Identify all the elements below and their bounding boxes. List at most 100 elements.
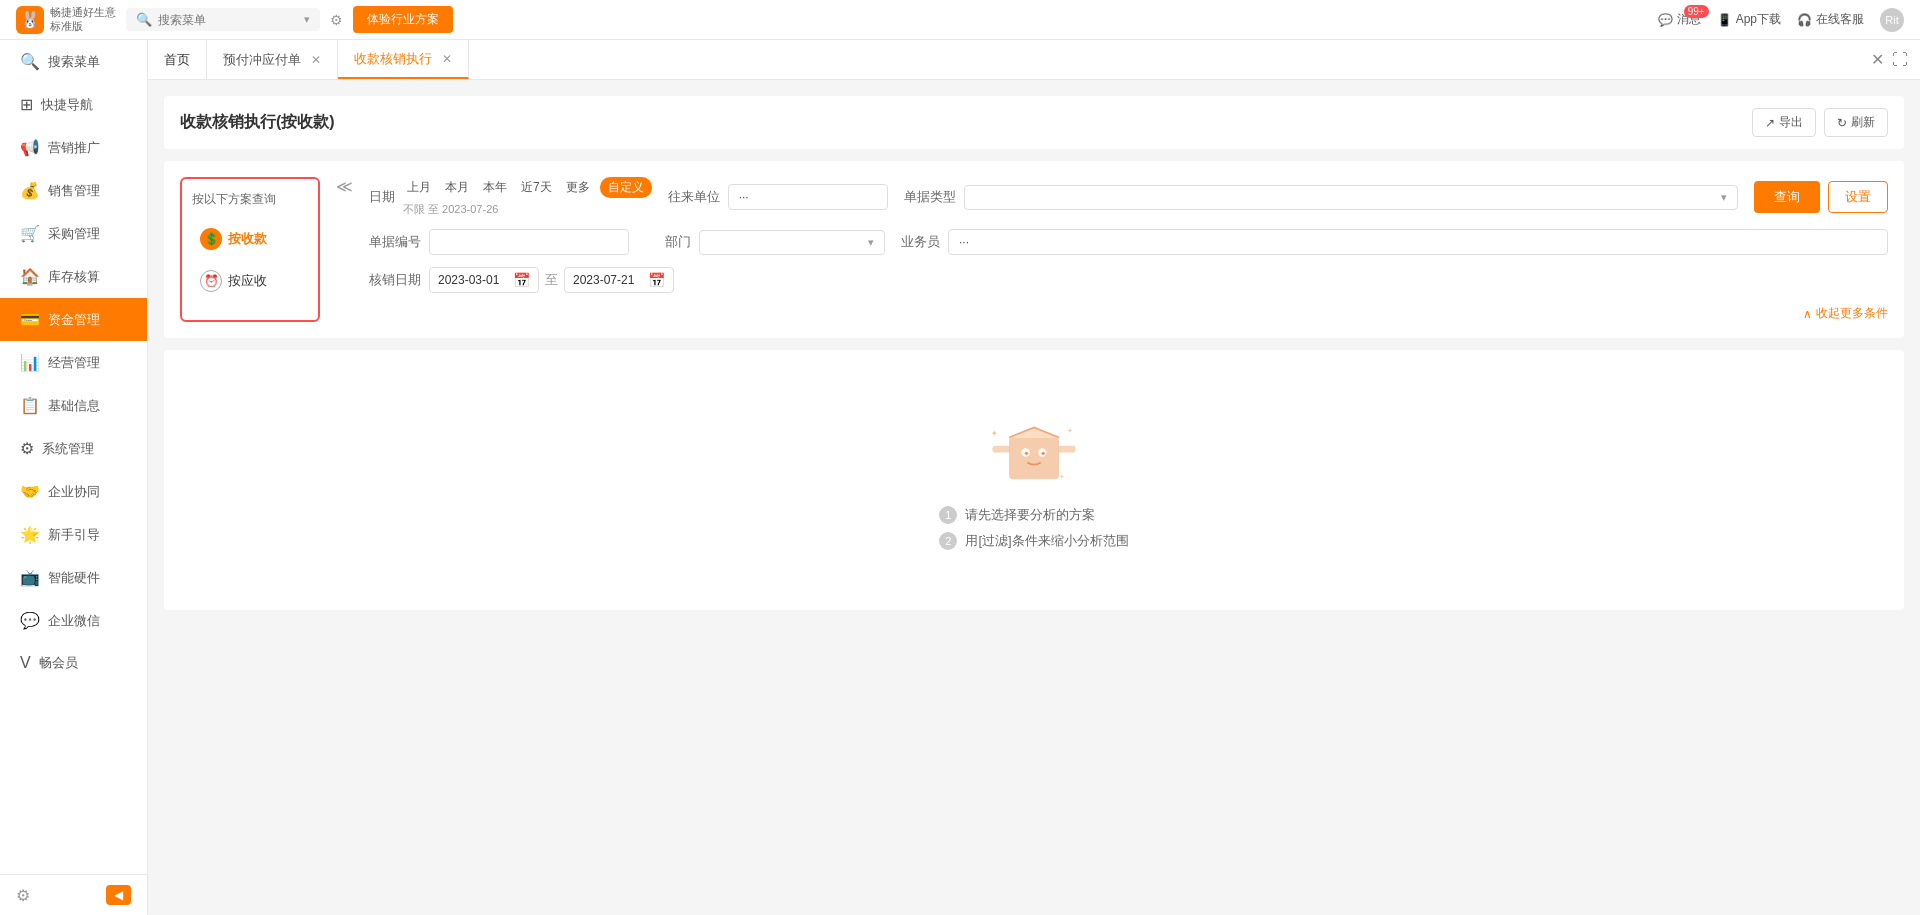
date-this-year[interactable]: 本年	[479, 177, 511, 198]
filter-by-receivable[interactable]: ⏰ 按应收	[192, 266, 308, 296]
solution-button[interactable]: 体验行业方案	[353, 6, 453, 33]
user-avatar[interactable]: Rit	[1880, 8, 1904, 32]
sidebar-item-sales[interactable]: 💰 销售管理	[0, 169, 147, 212]
date-7days[interactable]: 近7天	[517, 177, 556, 198]
staff-dots: ···	[959, 235, 969, 249]
sidebar: 🔍 搜索菜单 ⊞ 快捷导航 📢 营销推广 💰 销售管理 🛒 采购管理 🏠 库存核…	[0, 40, 148, 915]
sidebar-item-marketing[interactable]: 📢 营销推广	[0, 126, 147, 169]
calendar-icon: 📅	[513, 272, 530, 288]
filter-doctype-field: 单据类型 ▾	[904, 185, 1738, 210]
sidebar-item-operation[interactable]: 📊 经营管理	[0, 341, 147, 384]
topbar-search-input[interactable]	[158, 13, 298, 27]
tip-num-1: 1	[939, 506, 957, 524]
query-button[interactable]: 查询	[1754, 181, 1820, 213]
phone-icon: 📱	[1717, 13, 1732, 27]
calendar-icon-end: 📅	[648, 272, 665, 288]
date-more[interactable]: 更多	[562, 177, 594, 198]
wechat-icon: 💬	[20, 611, 40, 630]
sidebar-gear-icon[interactable]: ⚙	[16, 886, 30, 905]
counterparty-select[interactable]: ···	[728, 184, 888, 210]
home-icon: ⊞	[20, 95, 33, 114]
hardware-icon: 📺	[20, 568, 40, 587]
date-last-month[interactable]: 上月	[403, 177, 435, 198]
filter-scheme-selector: 按以下方案查询 💲 按收款 ⏰ 按应收	[180, 177, 320, 322]
writeoff-date-start-input[interactable]: 2023-03-01 📅	[429, 267, 539, 293]
search-icon: 🔍	[20, 52, 40, 71]
empty-tip-2: 2 用[过滤]条件来缩小分析范围	[939, 532, 1128, 550]
system-icon: ⚙	[20, 439, 34, 458]
receivable-icon: ⏰	[200, 270, 222, 292]
tab-close-prepay[interactable]: ✕	[311, 53, 321, 67]
dept-select[interactable]: ▾	[699, 230, 885, 255]
inventory-icon: 🏠	[20, 267, 40, 286]
sidebar-item-inventory[interactable]: 🏠 库存核算	[0, 255, 147, 298]
sales-icon: 💰	[20, 181, 40, 200]
docno-label: 单据编号	[369, 233, 421, 251]
export-button[interactable]: ↗ 导出	[1752, 108, 1816, 137]
date-custom[interactable]: 自定义	[600, 177, 652, 198]
filter-by-receipt[interactable]: 💲 按收款	[192, 224, 308, 254]
date-shortcuts: 上月 本月 本年 近7天 更多 自定义	[403, 177, 652, 198]
sidebar-collapse-button[interactable]: ◀	[106, 885, 131, 905]
tab-receipt-writeoff[interactable]: 收款核销执行 ✕	[338, 40, 469, 79]
basic-icon: 📋	[20, 396, 40, 415]
topbar-search-box[interactable]: 🔍 ▾	[126, 8, 320, 31]
setting-button[interactable]: 设置	[1828, 181, 1888, 213]
online-service-button[interactable]: 🎧 在线客服	[1797, 11, 1864, 28]
main-layout: 🔍 搜索菜单 ⊞ 快捷导航 📢 营销推广 💰 销售管理 🛒 采购管理 🏠 库存核…	[0, 40, 1920, 915]
date-this-month[interactable]: 本月	[441, 177, 473, 198]
sidebar-item-system[interactable]: ⚙ 系统管理	[0, 427, 147, 470]
sidebar-item-shortcut[interactable]: ⊞ 快捷导航	[0, 83, 147, 126]
tab-prepay[interactable]: 预付冲应付单 ✕	[207, 40, 338, 79]
filter-actions: 查询 设置	[1754, 181, 1888, 213]
message-button[interactable]: 💬 消息 99+	[1658, 11, 1701, 28]
filter-date-field: 日期 上月 本月 本年 近7天 更多 自定义 不限 至	[369, 177, 652, 217]
page-actions: ↗ 导出 ↻ 刷新	[1752, 108, 1888, 137]
page-content: 收款核销执行(按收款) ↗ 导出 ↻ 刷新 按以下方案查询	[148, 80, 1920, 915]
page-title: 收款核销执行(按收款)	[180, 112, 335, 133]
svg-text:✦: ✦	[991, 428, 998, 438]
sidebar-item-finance[interactable]: 💳 资金管理	[0, 298, 147, 341]
window-expand-icon[interactable]: ⛶	[1892, 51, 1908, 69]
search-icon: 🔍	[136, 12, 152, 27]
tab-home[interactable]: 首页	[148, 40, 207, 79]
guide-icon: 🌟	[20, 525, 40, 544]
gear-icon[interactable]: ⚙	[330, 12, 343, 28]
app-download-button[interactable]: 📱 App下载	[1717, 11, 1781, 28]
topbar-right-actions: 💬 消息 99+ 📱 App下载 🎧 在线客服 Rit	[1658, 8, 1904, 32]
chevron-down-icon: ▾	[304, 13, 310, 26]
tab-close-receipt-writeoff[interactable]: ✕	[442, 52, 452, 66]
date-sub-text: 不限 至 2023-07-26	[403, 202, 652, 217]
sidebar-item-purchase[interactable]: 🛒 采购管理	[0, 212, 147, 255]
collapse-more-button[interactable]: ∧ 收起更多条件	[1803, 305, 1888, 322]
sidebar-item-basic[interactable]: 📋 基础信息	[0, 384, 147, 427]
doctype-select[interactable]: ▾	[964, 185, 1738, 210]
svg-rect-0	[1009, 438, 1059, 480]
message-badge: 99+	[1684, 5, 1709, 18]
docno-input[interactable]	[429, 229, 629, 255]
refresh-button[interactable]: ↻ 刷新	[1824, 108, 1888, 137]
writeoff-date-end-input[interactable]: 2023-07-21 📅	[564, 267, 674, 293]
window-close-icon[interactable]: ✕	[1871, 50, 1884, 69]
filter-panel: 按以下方案查询 💲 按收款 ⏰ 按应收 ≪	[164, 161, 1904, 338]
empty-illustration: ✦ ✦ ✦	[984, 410, 1084, 490]
sidebar-item-wechat[interactable]: 💬 企业微信	[0, 599, 147, 642]
filter-dept-field: 部门 ▾	[665, 230, 885, 255]
sidebar-item-enterprise[interactable]: 🤝 企业协同	[0, 470, 147, 513]
sidebar-item-search[interactable]: 🔍 搜索菜单	[0, 40, 147, 83]
collapse-more-icon: ∧	[1803, 307, 1812, 321]
sidebar-item-member[interactable]: V 畅会员	[0, 642, 147, 684]
enterprise-icon: 🤝	[20, 482, 40, 501]
svg-point-3	[1025, 452, 1028, 455]
empty-tip-1: 1 请先选择要分析的方案	[939, 506, 1128, 524]
sidebar-item-guide[interactable]: 🌟 新手引导	[0, 513, 147, 556]
tabbar-window-controls: ✕ ⛶	[1871, 50, 1920, 69]
page-title-bar: 收款核销执行(按收款) ↗ 导出 ↻ 刷新	[164, 96, 1904, 149]
staff-select[interactable]: ···	[948, 229, 1888, 255]
headset-icon: 🎧	[1797, 13, 1812, 27]
operation-icon: 📊	[20, 353, 40, 372]
filter-collapse-button[interactable]: ≪	[332, 177, 357, 196]
finance-icon: 💳	[20, 310, 40, 329]
refresh-icon: ↻	[1837, 116, 1847, 130]
sidebar-item-hardware[interactable]: 📺 智能硬件	[0, 556, 147, 599]
